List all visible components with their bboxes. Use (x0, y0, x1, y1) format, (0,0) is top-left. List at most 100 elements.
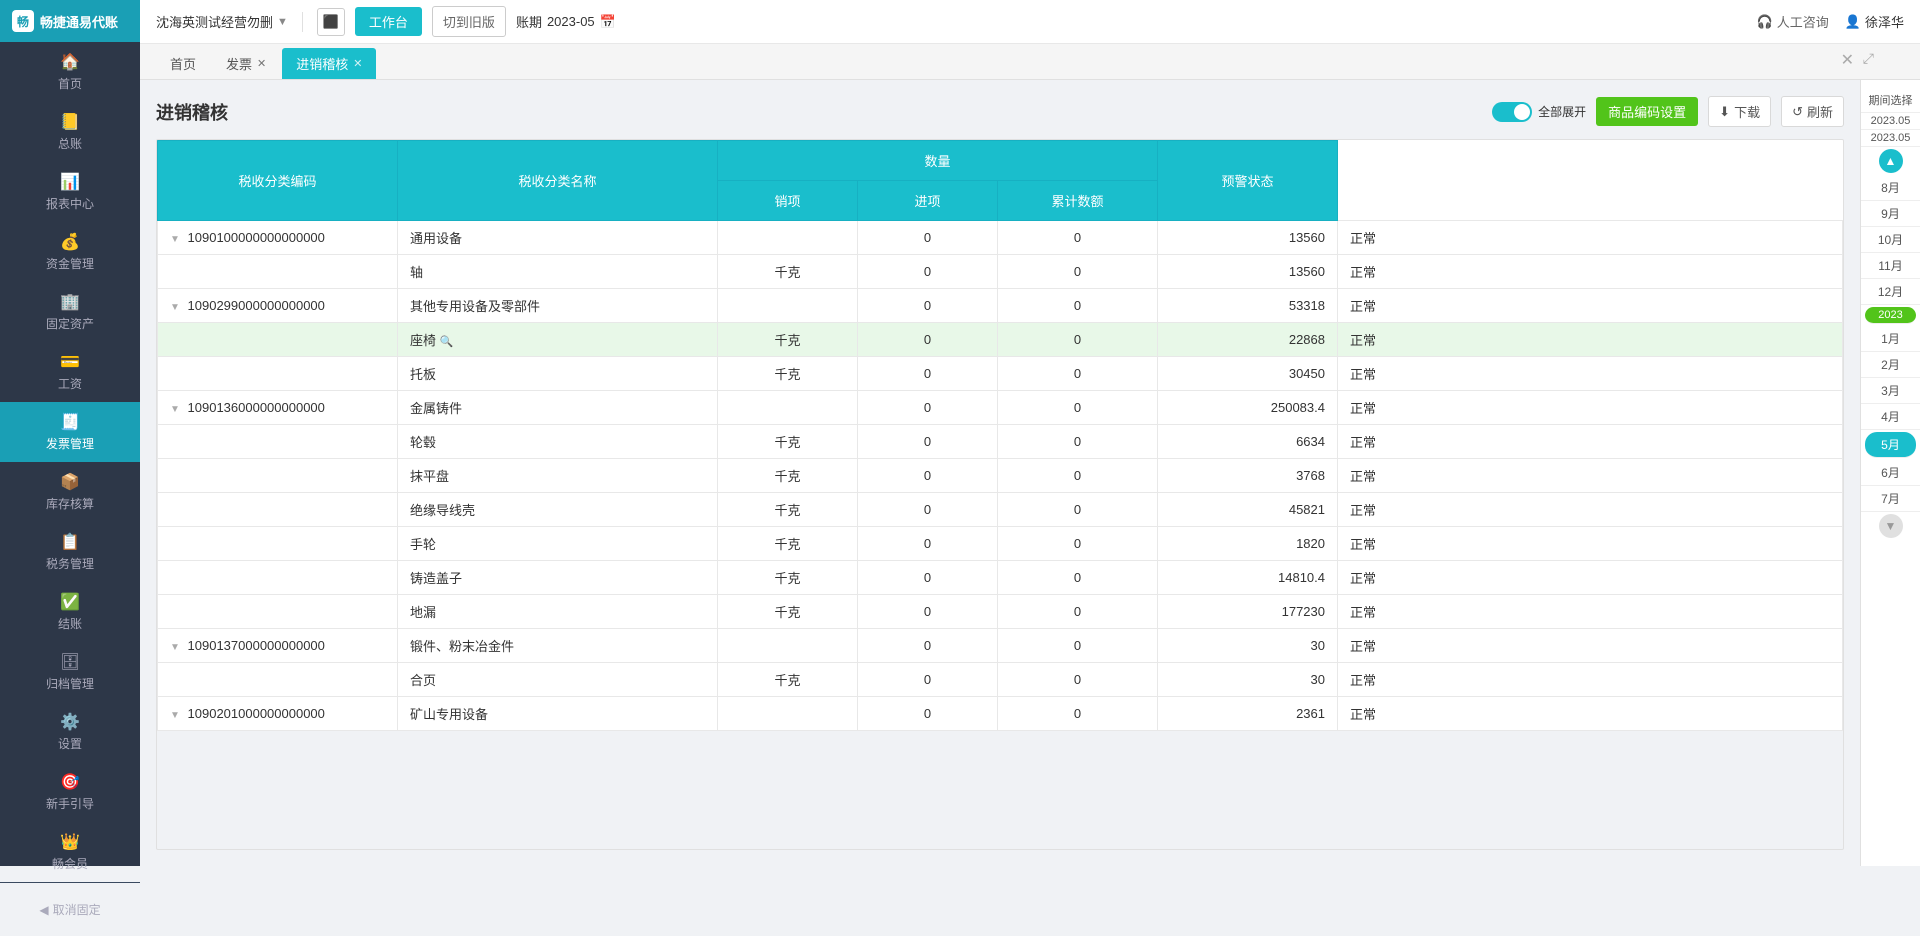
period-month-2[interactable]: 2月 (1861, 352, 1920, 378)
table-cell-purchase: 0 (998, 527, 1158, 561)
table-row (158, 561, 398, 595)
sidebar-item-guide[interactable]: 🎯 新手引导 (0, 762, 140, 822)
period-month-6[interactable]: 6月 (1861, 460, 1920, 486)
table-cell-name: 通用设备 (398, 221, 718, 255)
company-selector[interactable]: 沈海英测试经营勿删 ▼ (156, 12, 288, 31)
sidebar-item-label: 首页 (58, 75, 82, 92)
table-row: ▼ 1090299000000000000 (158, 289, 398, 323)
workbench-button[interactable]: 工作台 (355, 7, 422, 36)
table-cell-sales: 0 (858, 221, 998, 255)
download-icon: ⬇ (1719, 104, 1730, 120)
table-cell-total: 13560 (1158, 221, 1338, 255)
expand-icon[interactable]: ▼ (170, 234, 180, 245)
tab-invoice-close-icon[interactable]: ✕ (257, 57, 266, 70)
period-month-10[interactable]: 10月 (1861, 227, 1920, 253)
period-month-4[interactable]: 4月 (1861, 404, 1920, 430)
sidebar-item-label: 畅会员 (52, 855, 88, 872)
sidebar-item-tax[interactable]: 📋 税务管理 (0, 522, 140, 582)
expand-icon[interactable]: ▼ (170, 642, 180, 653)
expand-icon[interactable]: ▼ (170, 710, 180, 721)
sidebar-item-settlement[interactable]: ✅ 结账 (0, 582, 140, 642)
table-cell-status: 正常 (1338, 357, 1843, 391)
product-code-button[interactable]: 商品编码设置 (1596, 97, 1698, 126)
sidebar-item-reports[interactable]: 📊 报表中心 (0, 162, 140, 222)
sidebar-item-salary[interactable]: 💳 工资 (0, 342, 140, 402)
refresh-button[interactable]: ↺ 刷新 (1781, 96, 1844, 127)
help-button[interactable]: 🎧 人工咨询 (1757, 12, 1829, 31)
data-table: 税收分类编码 税收分类名称 数量 预警状态 销项 进项 累计数额 ▼ 10901… (157, 140, 1843, 731)
period-month-9[interactable]: 9月 (1861, 201, 1920, 227)
logo-icon: 畅 (12, 10, 34, 32)
search-icon[interactable]: 🔍 (440, 336, 454, 348)
period-month-1[interactable]: 1月 (1861, 326, 1920, 352)
sidebar-item-assets[interactable]: 🏢 固定资产 (0, 282, 140, 342)
table-cell-name: 手轮 (398, 527, 718, 561)
tax-icon: 📋 (60, 532, 80, 552)
tab-home[interactable]: 首页 (156, 48, 210, 79)
sidebar-item-settings[interactable]: ⚙️ 设置 (0, 702, 140, 762)
sidebar-item-label: 税务管理 (46, 555, 94, 572)
sidebar-item-home[interactable]: 🏠 首页 (0, 42, 140, 102)
table-cell-unit (718, 289, 858, 323)
table-cell-unit: 千克 (718, 255, 858, 289)
sidebar-item-archive[interactable]: 🗄 归档管理 (0, 642, 140, 702)
expand-icon[interactable]: ▼ (170, 404, 180, 415)
sidebar-item-inventory[interactable]: 📦 库存核算 (0, 462, 140, 522)
table-cell-unit (718, 697, 858, 731)
help-icon: 🎧 (1757, 14, 1773, 30)
switch-old-button[interactable]: 切到旧版 (432, 6, 506, 37)
sidebar-item-member[interactable]: 👑 畅会员 (0, 822, 140, 882)
period-year-start: 2023.05 (1861, 113, 1920, 130)
period-month-5[interactable]: 5月 (1865, 432, 1916, 458)
member-icon: 👑 (60, 832, 80, 852)
table-cell-purchase: 0 (998, 459, 1158, 493)
period-month-3[interactable]: 3月 (1861, 378, 1920, 404)
period-display: 账期 2023-05 📅 (516, 12, 616, 31)
table-cell-purchase: 0 (998, 255, 1158, 289)
table-cell-sales: 0 (858, 357, 998, 391)
table-cell-unit: 千克 (718, 663, 858, 697)
sidebar-item-funds[interactable]: 💰 资金管理 (0, 222, 140, 282)
help-label: 人工咨询 (1777, 12, 1829, 31)
expand-toggle[interactable] (1492, 102, 1532, 122)
period-month-8[interactable]: 8月 (1861, 175, 1920, 201)
download-button[interactable]: ⬇ 下载 (1708, 96, 1771, 127)
sidebar-item-ledger[interactable]: 📒 总账 (0, 102, 140, 162)
settings-icon: ⚙️ (60, 712, 80, 732)
table-cell-name: 座椅 🔍 (398, 323, 718, 357)
page-header: 进销稽核 全部展开 商品编码设置 ⬇ 下载 ↺ 刷新 (156, 96, 1844, 127)
user-info: 👤 徐泽华 (1845, 12, 1904, 31)
cancel-fixed-button[interactable]: ◀ 取消固定 (0, 893, 140, 926)
period-month-12[interactable]: 12月 (1861, 279, 1920, 305)
table-cell-total: 6634 (1158, 425, 1338, 459)
sidebar-item-label: 库存核算 (46, 495, 94, 512)
cancel-fixed-label: 取消固定 (53, 901, 101, 918)
period-month-7[interactable]: 7月 (1861, 486, 1920, 512)
expand-icon[interactable]: ▼ (170, 302, 180, 313)
period-up-arrow[interactable]: ▲ (1879, 149, 1903, 173)
tab-reconcile-close-icon[interactable]: ✕ (353, 57, 362, 70)
tab-invoice[interactable]: 发票 ✕ (212, 48, 280, 79)
table-cell-purchase: 0 (998, 323, 1158, 357)
table-cell-total: 2361 (1158, 697, 1338, 731)
sidebar-item-invoice[interactable]: 🧾 发票管理 (0, 402, 140, 462)
table-cell-total: 53318 (1158, 289, 1338, 323)
app-name: 畅捷通易代账 (40, 12, 118, 31)
period-selector: 2023.05 2023.05 ▲ 8月 9月 10月 11月 12月 2023… (1861, 113, 1920, 540)
toggle-container: 全部展开 (1492, 102, 1586, 122)
period-down-arrow[interactable]: ▼ (1879, 514, 1903, 538)
calendar-icon[interactable]: 📅 (600, 14, 616, 30)
company-chevron-icon: ▼ (277, 16, 288, 28)
period-month-11[interactable]: 11月 (1861, 253, 1920, 279)
table-cell-unit: 千克 (718, 561, 858, 595)
table-cell-status: 正常 (1338, 391, 1843, 425)
table-cell-total: 3768 (1158, 459, 1338, 493)
save-button[interactable]: ⬛ (317, 8, 345, 36)
sidebar-item-label: 报表中心 (46, 195, 94, 212)
settlement-icon: ✅ (60, 592, 80, 612)
col-sales: 销项 (718, 181, 858, 221)
table-row (158, 459, 398, 493)
table-cell-name: 地漏 (398, 595, 718, 629)
table-cell-name: 轮毂 (398, 425, 718, 459)
tab-reconcile[interactable]: 进销稽核 ✕ (282, 48, 376, 79)
